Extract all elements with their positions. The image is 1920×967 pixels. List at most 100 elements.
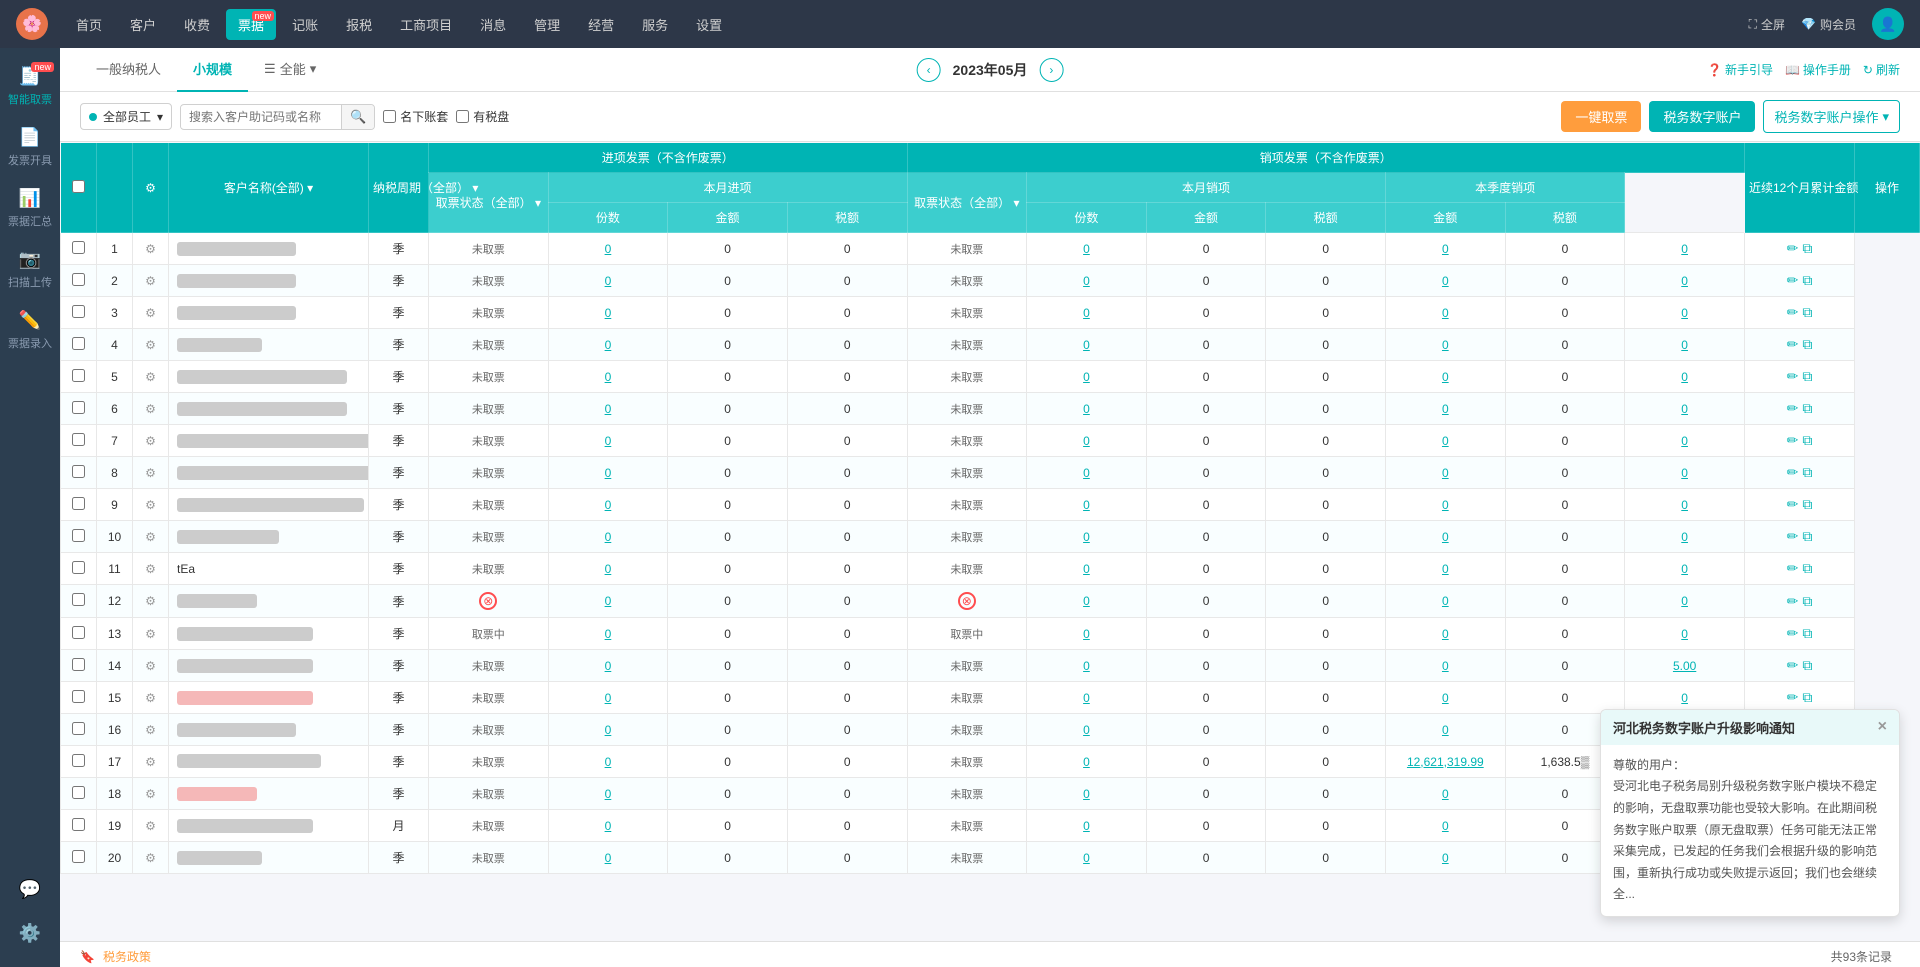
deduct-link[interactable]: 0	[1442, 562, 1449, 576]
out-count-link[interactable]: 0	[1083, 723, 1090, 737]
row-checkbox[interactable]	[72, 305, 85, 318]
settings-icon[interactable]: ⚙	[145, 530, 156, 544]
deduct-link[interactable]: 0	[1442, 498, 1449, 512]
in-count-link[interactable]: 0	[605, 498, 612, 512]
row-settings[interactable]: ⚙	[133, 714, 169, 746]
tab-general-taxpayer[interactable]: 一般纳税人	[80, 48, 177, 92]
fullscreen-btn[interactable]: ⛶ 全屏	[1749, 16, 1785, 33]
user-avatar[interactable]: 👤	[1872, 8, 1904, 40]
row-settings[interactable]: ⚙	[133, 842, 169, 874]
edit-icon[interactable]: ✏	[1787, 240, 1799, 256]
cumul-link[interactable]: 0	[1681, 627, 1688, 641]
settings-icon[interactable]: ⚙	[145, 851, 156, 865]
settings-icon[interactable]: ⚙	[145, 402, 156, 416]
in-count-link[interactable]: 0	[605, 242, 612, 256]
select-all-checkbox[interactable]	[72, 180, 85, 193]
row-checkbox[interactable]	[72, 273, 85, 286]
row-settings[interactable]: ⚙	[133, 778, 169, 810]
out-count-link[interactable]: 0	[1083, 338, 1090, 352]
edit-icon[interactable]: ✏	[1787, 625, 1799, 641]
row-check[interactable]	[61, 361, 97, 393]
cumul-link[interactable]: 0	[1681, 306, 1688, 320]
period-prev-btn[interactable]: ‹	[917, 58, 941, 82]
row-check[interactable]	[61, 714, 97, 746]
in-count-link[interactable]: 0	[605, 274, 612, 288]
copy-icon[interactable]: ⧉	[1802, 464, 1812, 480]
row-check[interactable]	[61, 425, 97, 457]
in-count-link[interactable]: 0	[605, 370, 612, 384]
row-checkbox[interactable]	[72, 465, 85, 478]
deduct-link[interactable]: 0	[1442, 338, 1449, 352]
sidebar-bottom-icon2[interactable]: ⚙️	[12, 915, 48, 951]
edit-icon[interactable]: ✏	[1787, 272, 1799, 288]
settings-icon[interactable]: ⚙	[145, 755, 156, 769]
out-count-link[interactable]: 0	[1083, 562, 1090, 576]
nav-item-customers[interactable]: 客户	[118, 9, 168, 40]
row-check[interactable]	[61, 618, 97, 650]
row-settings[interactable]: ⚙	[133, 553, 169, 585]
nav-item-tax[interactable]: 报税	[334, 9, 384, 40]
row-settings[interactable]: ⚙	[133, 746, 169, 778]
in-count-link[interactable]: 0	[605, 402, 612, 416]
settings-icon[interactable]: ⚙	[145, 723, 156, 737]
row-settings[interactable]: ⚙	[133, 425, 169, 457]
copy-icon[interactable]: ⧉	[1802, 400, 1812, 416]
edit-icon[interactable]: ✏	[1787, 689, 1799, 705]
period-next-btn[interactable]: ›	[1039, 58, 1063, 82]
row-settings[interactable]: ⚙	[133, 457, 169, 489]
row-check[interactable]	[61, 585, 97, 618]
member-btn[interactable]: 💎 购会员	[1801, 16, 1856, 33]
settings-icon[interactable]: ⚙	[145, 787, 156, 801]
copy-icon[interactable]: ⧉	[1802, 272, 1812, 288]
copy-icon[interactable]: ⧉	[1802, 336, 1812, 352]
sidebar-item-invoice-open[interactable]: 📄 发票开具	[0, 117, 60, 178]
row-check[interactable]	[61, 489, 97, 521]
deduct-link[interactable]: 0	[1442, 851, 1449, 865]
settings-icon[interactable]: ⚙	[145, 242, 156, 256]
sidebar-item-ticket-entry[interactable]: ✏️ 票据录入	[0, 300, 60, 361]
search-input[interactable]	[181, 106, 341, 128]
deduct-link[interactable]: 0	[1442, 691, 1449, 705]
check-subaccount[interactable]: 名下账套	[383, 108, 448, 125]
in-count-link[interactable]: 0	[605, 691, 612, 705]
row-checkbox[interactable]	[72, 754, 85, 767]
row-check[interactable]	[61, 297, 97, 329]
cumul-link[interactable]: 0	[1681, 594, 1688, 608]
in-count-link[interactable]: 0	[605, 659, 612, 673]
th-settings[interactable]: ⚙	[133, 143, 169, 233]
settings-icon[interactable]: ⚙	[145, 434, 156, 448]
row-check[interactable]	[61, 521, 97, 553]
out-count-link[interactable]: 0	[1083, 530, 1090, 544]
row-checkbox[interactable]	[72, 337, 85, 350]
in-count-link[interactable]: 0	[605, 466, 612, 480]
edit-icon[interactable]: ✏	[1787, 657, 1799, 673]
row-settings[interactable]: ⚙	[133, 265, 169, 297]
deduct-link[interactable]: 0	[1442, 306, 1449, 320]
row-checkbox[interactable]	[72, 369, 85, 382]
row-checkbox[interactable]	[72, 529, 85, 542]
settings-icon[interactable]: ⚙	[145, 498, 156, 512]
out-count-link[interactable]: 0	[1083, 306, 1090, 320]
settings-icon[interactable]: ⚙	[145, 466, 156, 480]
sidebar-item-ticket-summary[interactable]: 📊 票据汇总	[0, 178, 60, 239]
deduct-link[interactable]: 12,621,319.99	[1407, 755, 1484, 769]
row-settings[interactable]: ⚙	[133, 650, 169, 682]
settings-icon[interactable]: ⚙	[145, 819, 156, 833]
row-checkbox[interactable]	[72, 241, 85, 254]
row-checkbox[interactable]	[72, 722, 85, 735]
deduct-link[interactable]: 0	[1442, 594, 1449, 608]
manual-btn[interactable]: 📖 操作手册	[1785, 61, 1851, 78]
th-name[interactable]: 客户名称(全部) ▾	[169, 143, 369, 233]
row-settings[interactable]: ⚙	[133, 329, 169, 361]
out-count-link[interactable]: 0	[1083, 242, 1090, 256]
row-checkbox[interactable]	[72, 626, 85, 639]
settings-icon[interactable]: ⚙	[145, 659, 156, 673]
row-checkbox[interactable]	[72, 786, 85, 799]
search-btn[interactable]: 🔍	[341, 105, 374, 129]
row-check[interactable]	[61, 233, 97, 265]
tax-account-ops-btn[interactable]: 税务数字账户操作 ▾	[1763, 100, 1900, 133]
copy-icon[interactable]: ⧉	[1802, 560, 1812, 576]
out-count-link[interactable]: 0	[1083, 594, 1090, 608]
copy-icon[interactable]: ⧉	[1802, 368, 1812, 384]
row-checkbox[interactable]	[72, 658, 85, 671]
